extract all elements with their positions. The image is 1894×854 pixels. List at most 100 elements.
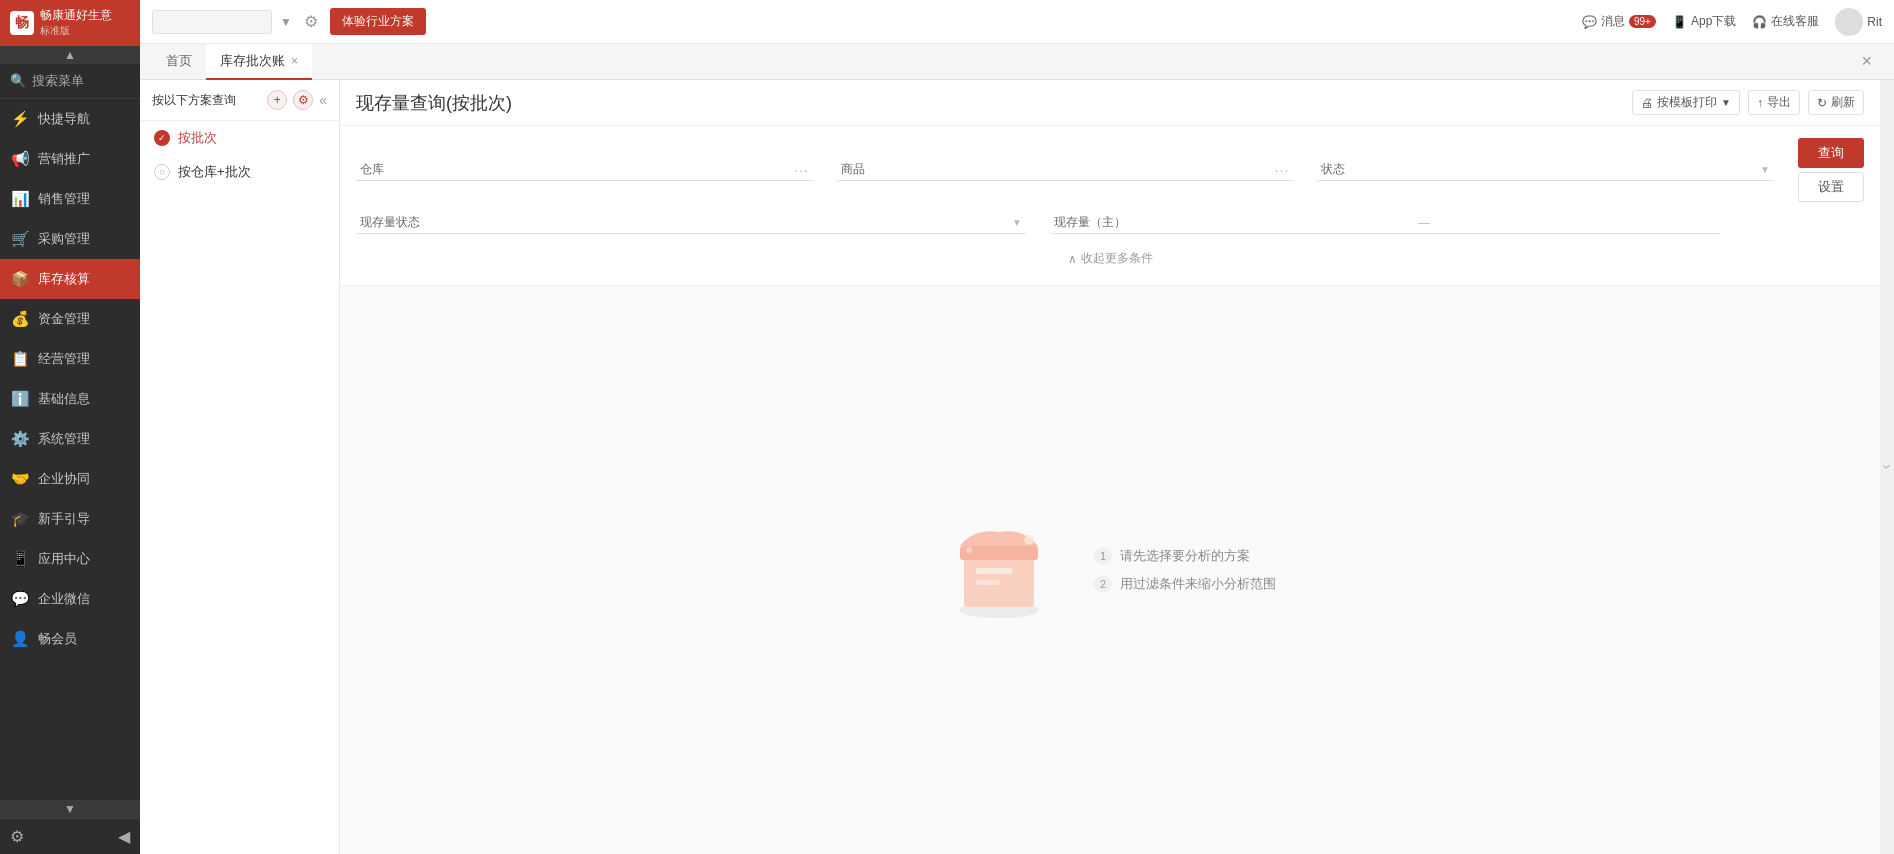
sidebar-bottom: ⚙ ◀	[0, 818, 140, 854]
app-download-item[interactable]: 📱 App下载	[1672, 13, 1736, 30]
topbar: ▼ ⚙ 体验行业方案 💬 消息 99+ 📱 App下载 🎧 在线客服 Rit	[140, 0, 1894, 44]
sidebar-item-label: 快捷导航	[38, 110, 90, 128]
search-icon: 🔍	[10, 73, 26, 88]
refresh-btn[interactable]: ↻ 刷新	[1808, 90, 1864, 115]
svg-rect-3	[976, 568, 1012, 574]
status-dropdown-icon[interactable]: ▼	[1760, 164, 1770, 175]
sidebar-item-label: 企业微信	[38, 590, 90, 608]
query-btn[interactable]: 查询	[1798, 138, 1864, 168]
sidebar-item-basic[interactable]: ℹ️ 基础信息	[0, 379, 140, 419]
sidebar-item-purchase[interactable]: 🛒 采购管理	[0, 219, 140, 259]
collapse-sidebar-icon[interactable]: ◀	[118, 827, 130, 846]
online-service-label: 在线客服	[1771, 13, 1819, 30]
sidebar-item-enterprise[interactable]: 🤝 企业协同	[0, 459, 140, 499]
scroll-down-arrow[interactable]: ▼	[0, 800, 140, 818]
tab-close-icon[interactable]: ×	[291, 54, 298, 68]
system-icon: ⚙️	[10, 429, 30, 449]
empty-hint-2: 2 用过滤条件来缩小分析范围	[1094, 575, 1276, 593]
chevron-up-icon: ∧	[1068, 252, 1077, 266]
quicknav-icon: ⚡	[10, 109, 30, 129]
tab-home[interactable]: 首页	[152, 44, 206, 80]
page-title: 现存量查询(按批次)	[356, 91, 512, 125]
sidebar-item-newbie[interactable]: 🎓 新手引导	[0, 499, 140, 539]
tab-inventory-batch[interactable]: 库存批次账 ×	[206, 44, 312, 80]
basic-icon: ℹ️	[10, 389, 30, 409]
inventory-status-field: 现存量状态 ▼	[356, 212, 1026, 234]
empty-hint-1: 1 请先选择要分析的方案	[1094, 547, 1276, 565]
phone-icon: 📱	[1672, 15, 1687, 29]
product-input[interactable]	[871, 163, 1275, 177]
sidebar-item-wechat[interactable]: 💬 企业微信	[0, 579, 140, 619]
hint-num-2: 2	[1094, 575, 1112, 593]
messages-item[interactable]: 💬 消息 99+	[1582, 13, 1656, 30]
topbar-search-input[interactable]	[152, 10, 272, 34]
sidebar-item-system[interactable]: ⚙️ 系统管理	[0, 419, 140, 459]
user-item[interactable]: Rit	[1835, 8, 1882, 36]
collapse-left-panel-btn[interactable]: «	[319, 92, 327, 108]
inventory-status-dropdown-icon[interactable]: ▼	[1012, 217, 1022, 228]
collapse-more-label: 收起更多条件	[1081, 250, 1153, 267]
product-label: 商品	[841, 161, 865, 178]
export-btn[interactable]: ↑ 导出	[1748, 90, 1800, 115]
inventory-quantity-dash: —	[1418, 216, 1430, 230]
industry-btn[interactable]: 体验行业方案	[330, 8, 426, 35]
settings-btn[interactable]: 设置	[1798, 172, 1864, 202]
empty-hints: 1 请先选择要分析的方案 2 用过滤条件来缩小分析范围	[1094, 547, 1276, 593]
scroll-up-arrow[interactable]: ▲	[0, 46, 140, 64]
action-btns: 查询 设置	[1798, 138, 1864, 202]
sidebar-item-label: 企业协同	[38, 470, 90, 488]
sidebar-item-label: 应用中心	[38, 550, 90, 568]
purchase-icon: 🛒	[10, 229, 30, 249]
warehouse-dots-icon[interactable]: ···	[794, 162, 809, 178]
sidebar-item-quicknav[interactable]: ⚡ 快捷导航	[0, 99, 140, 139]
right-side-panel[interactable]: ›	[1880, 80, 1894, 854]
print-icon: 🖨	[1641, 96, 1653, 110]
sidebar-item-appcenter[interactable]: 📱 应用中心	[0, 539, 140, 579]
online-service-item[interactable]: 🎧 在线客服	[1752, 13, 1819, 30]
hint-num-1: 1	[1094, 547, 1112, 565]
sidebar-item-finance[interactable]: 💰 资金管理	[0, 299, 140, 339]
sidebar-item-sales[interactable]: 📊 销售管理	[0, 179, 140, 219]
plan-item-warehouse-batch[interactable]: ○ 按仓库+批次	[140, 155, 339, 189]
close-panel-btn[interactable]: ×	[1851, 51, 1882, 72]
tab-home-label: 首页	[166, 52, 192, 70]
service-icon: 🎧	[1752, 15, 1767, 29]
hint-text-1: 请先选择要分析的方案	[1120, 547, 1250, 565]
svg-point-6	[966, 547, 972, 553]
refresh-label: 刷新	[1831, 94, 1855, 111]
product-dots-icon[interactable]: ···	[1275, 162, 1290, 178]
filter-row-1: 仓库 ··· 商品 ··· 状态 ▼	[356, 138, 1864, 202]
app-download-label: App下载	[1691, 13, 1736, 30]
warehouse-input[interactable]	[390, 163, 794, 177]
sidebar-item-operation[interactable]: 📋 经营管理	[0, 339, 140, 379]
collapse-more-btn[interactable]: ∧ 收起更多条件	[356, 244, 1864, 273]
print-btn[interactable]: 🖨 按模板打印 ▼	[1632, 90, 1740, 115]
app-logo: 畅	[10, 11, 34, 35]
user-avatar	[1835, 8, 1863, 36]
sidebar-item-marketing[interactable]: 📢 营销推广	[0, 139, 140, 179]
plan-item-batch[interactable]: ✓ 按批次	[140, 121, 339, 155]
topbar-gear-icon[interactable]: ⚙	[304, 12, 318, 31]
company-name: 畅康通好生意	[40, 8, 112, 24]
app-info: 畅康通好生意 标准版	[40, 8, 112, 38]
status-label: 状态	[1321, 161, 1345, 178]
left-panel: 按以下方案查询 + ⚙ « ✓ 按批次 ○ 按仓库+批次	[140, 80, 340, 854]
member-icon: 👤	[10, 629, 30, 649]
topbar-dropdown-icon[interactable]: ▼	[280, 15, 292, 29]
empty-illustration	[944, 510, 1064, 630]
add-plan-btn[interactable]: +	[267, 90, 287, 110]
settings-gear-icon[interactable]: ⚙	[10, 827, 24, 846]
manage-plan-btn[interactable]: ⚙	[293, 90, 313, 110]
sidebar-item-member[interactable]: 👤 畅会员	[0, 619, 140, 659]
warehouse-field: 仓库 ···	[356, 159, 813, 181]
sales-icon: 📊	[10, 189, 30, 209]
app-version: 标准版	[40, 24, 112, 38]
messages-badge: 99+	[1629, 15, 1656, 28]
sidebar-item-label: 基础信息	[38, 390, 90, 408]
sidebar-item-search[interactable]: 🔍 搜索菜单	[0, 64, 140, 99]
enterprise-icon: 🤝	[10, 469, 30, 489]
svg-point-5	[1024, 535, 1034, 545]
operation-icon: 📋	[10, 349, 30, 369]
sidebar-item-inventory[interactable]: 📦 库存核算	[0, 259, 140, 299]
page-header-actions: 🖨 按模板打印 ▼ ↑ 导出 ↻ 刷新	[1632, 90, 1864, 125]
